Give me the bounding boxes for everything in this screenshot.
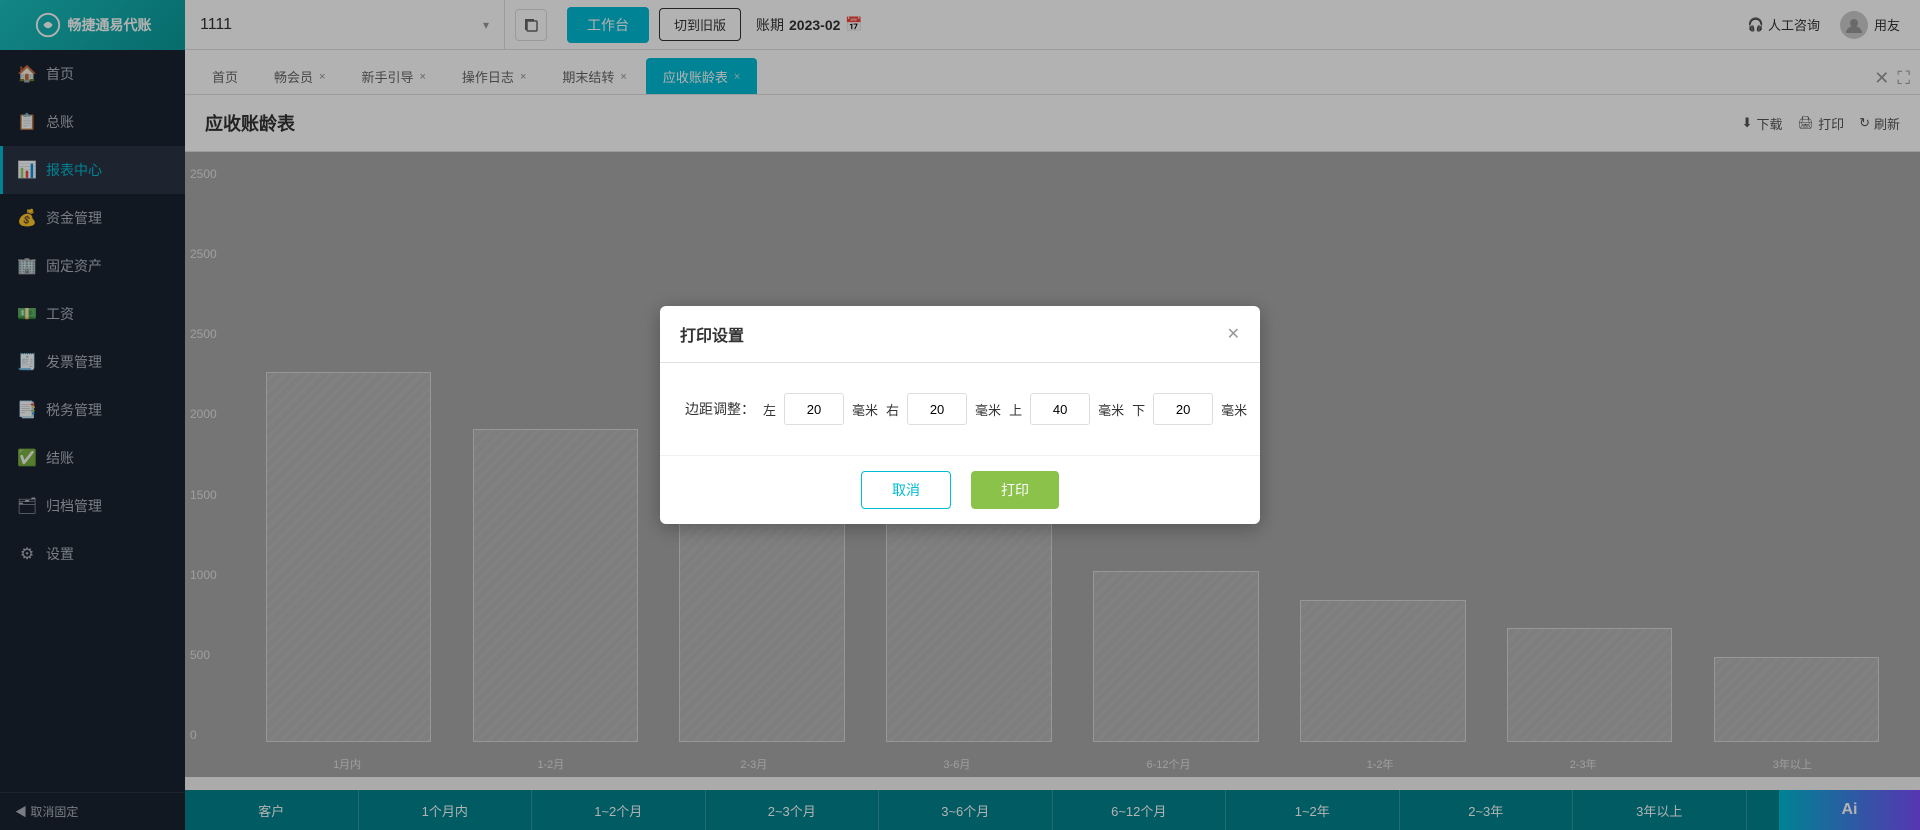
top-label: 上 bbox=[1009, 400, 1022, 419]
right-unit: 毫米 bbox=[975, 400, 1001, 419]
right-margin-input[interactable] bbox=[907, 393, 967, 425]
modal-close-button[interactable]: ✕ bbox=[1227, 324, 1240, 344]
modal-overlay: 打印设置 ✕ 边距调整： 左 毫米 右 毫米 上 毫米 下 毫米 取消 打印 bbox=[0, 0, 1920, 830]
left-label: 左 bbox=[763, 400, 776, 419]
cancel-button[interactable]: 取消 bbox=[861, 471, 951, 509]
modal-footer: 取消 打印 bbox=[660, 455, 1260, 524]
margin-label: 边距调整： bbox=[685, 399, 755, 419]
print-dialog: 打印设置 ✕ 边距调整： 左 毫米 右 毫米 上 毫米 下 毫米 取消 打印 bbox=[660, 306, 1260, 524]
top-unit: 毫米 bbox=[1098, 400, 1124, 419]
bottom-unit: 毫米 bbox=[1221, 400, 1247, 419]
modal-body: 边距调整： 左 毫米 右 毫米 上 毫米 下 毫米 bbox=[660, 363, 1260, 455]
margin-form-row: 边距调整： 左 毫米 右 毫米 上 毫米 下 毫米 bbox=[685, 393, 1235, 425]
modal-header: 打印设置 ✕ bbox=[660, 306, 1260, 363]
right-label: 右 bbox=[886, 400, 899, 419]
left-unit: 毫米 bbox=[852, 400, 878, 419]
bottom-label: 下 bbox=[1132, 400, 1145, 419]
top-margin-input[interactable] bbox=[1030, 393, 1090, 425]
confirm-print-button[interactable]: 打印 bbox=[971, 471, 1059, 509]
left-margin-input[interactable] bbox=[784, 393, 844, 425]
bottom-margin-input[interactable] bbox=[1153, 393, 1213, 425]
modal-title: 打印设置 bbox=[680, 322, 744, 346]
